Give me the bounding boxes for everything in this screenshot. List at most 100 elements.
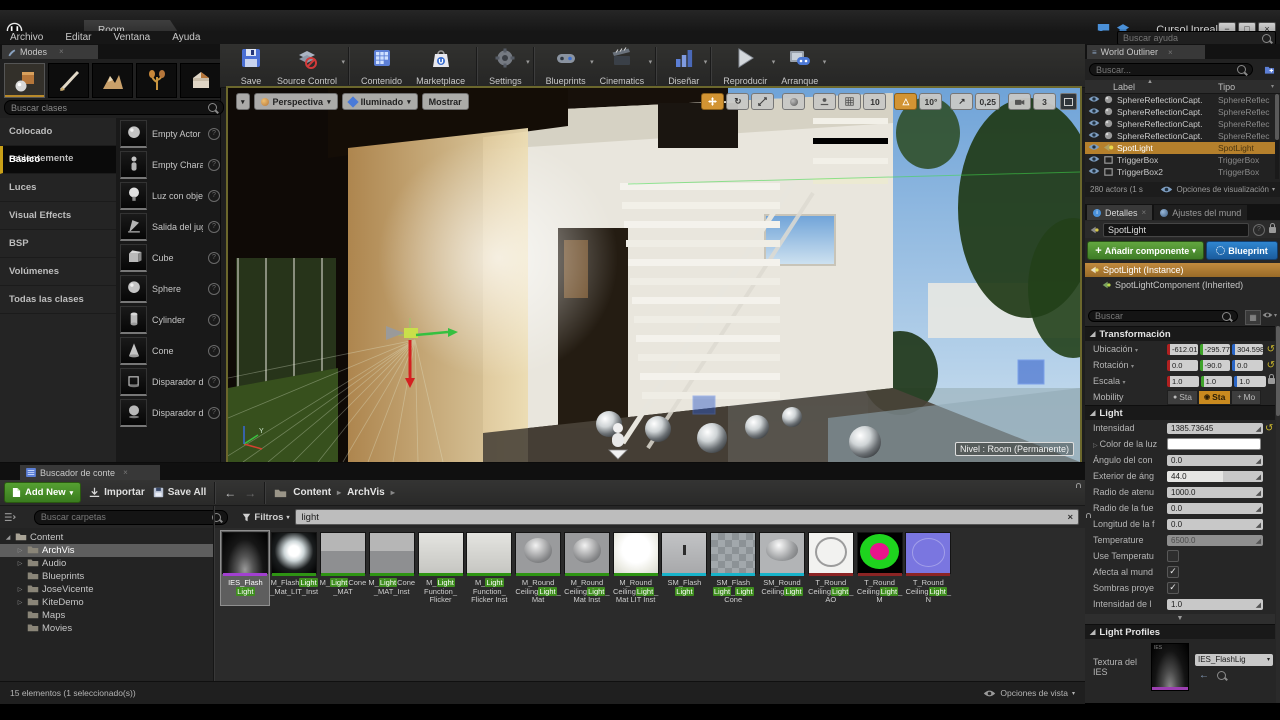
component-row-inherited[interactable]: SpotLightComponent (Inherited) — [1085, 278, 1280, 292]
placeable-cylinder[interactable]: Cylinder? — [116, 304, 220, 335]
lit-mode-button[interactable]: Iluminado ▾ — [341, 93, 418, 110]
show-flags-button[interactable]: Mostrar — [421, 93, 469, 110]
outliner-search-input[interactable]: Buscar... — [1089, 63, 1253, 76]
placeable-empty-actor[interactable]: Empty Actor? — [116, 118, 220, 149]
dropdown-caret-icon[interactable]: ▾ — [526, 58, 530, 66]
mobility-option-0[interactable]: ● Sta — [1167, 389, 1198, 405]
asset-m-lightfunction-flicker-inst[interactable]: M_Light Function_ Flicker Inst — [465, 531, 513, 605]
reproducir-button[interactable]: Reproducir ▾ — [723, 46, 775, 86]
help-icon[interactable]: ? — [208, 189, 220, 202]
expand-arrow-icon[interactable]: ▷ — [16, 560, 24, 567]
actor-name-input[interactable]: SpotLight — [1103, 222, 1249, 237]
dropdown-caret-icon[interactable]: ▾ — [590, 58, 594, 66]
asset-m-roundceilinglight-mat-inst[interactable]: M_Round CeilingLight_ Mat Inst — [563, 531, 611, 605]
dropdown-caret-icon[interactable]: ▾ — [342, 58, 346, 66]
asset-m-lightcone-mat-inst[interactable]: M_LightCone _MAT_Inst — [368, 531, 416, 605]
value-field[interactable]: 1385.73645 ◢ — [1167, 422, 1263, 434]
transform-z-field[interactable]: 304.598 — [1232, 343, 1263, 355]
folder-search-input[interactable]: Buscar carpetas — [33, 509, 229, 525]
section-header-light-profiles[interactable]: ◢ Light Profiles — [1085, 624, 1275, 639]
outliner-row-triggerbox[interactable]: TriggerBox TriggerBox — [1085, 154, 1276, 166]
eye-icon[interactable] — [1085, 95, 1103, 105]
perspective-button[interactable]: Perspectiva ▾ — [253, 93, 338, 110]
folder-content[interactable]: ◢ Content — [0, 531, 213, 544]
value-field[interactable]: 1000.0 ◢ — [1167, 486, 1263, 498]
asset-sm-flashlight-lightcone[interactable]: SM_Flash Light_Light Cone — [709, 531, 757, 605]
placeable-empty-charac[interactable]: Empty Charac? — [116, 149, 220, 180]
value-field[interactable]: 6500.0 ◢ — [1167, 534, 1263, 546]
value-field[interactable]: 44.0 ◢ — [1167, 470, 1263, 482]
transform-y-field[interactable]: -295.77 — [1199, 343, 1231, 355]
add-new-button[interactable]: Add New ▾ — [4, 482, 82, 503]
menu-editar[interactable]: Editar — [65, 32, 91, 43]
outliner-row-spherereflectioncapt[interactable]: SphereReflectionCapt. SphereReflec — [1085, 106, 1276, 118]
folder-maps[interactable]: Maps — [0, 609, 213, 622]
back-button[interactable]: ← — [224, 486, 236, 500]
category-volúmenes[interactable]: Volúmenes — [0, 258, 116, 286]
folder-archvis[interactable]: ▷ ArchVis — [0, 544, 213, 557]
diseñar-button[interactable]: Diseñar ▾ — [668, 46, 707, 86]
outliner-row-spherereflectioncapt[interactable]: SphereReflectionCapt. SphereReflec — [1085, 118, 1276, 130]
ies-texture-thumbnail[interactable]: IES — [1151, 643, 1189, 691]
rotate-tool-button[interactable]: ↻ — [726, 93, 750, 110]
dropdown-caret-icon[interactable]: ▾ — [649, 58, 653, 66]
scale-snap-button[interactable]: ↗ — [950, 93, 974, 110]
help-icon[interactable]: ? — [208, 220, 220, 233]
help-search-input[interactable]: Buscar ayuda — [1117, 31, 1276, 45]
mode-landscape-button[interactable] — [92, 63, 133, 98]
value-field[interactable]: 1.0 ◢ — [1167, 598, 1263, 610]
asset-t-roundceilinglight-m[interactable]: T_Round CeilingLight_ M — [856, 531, 904, 605]
dropdown-caret-icon[interactable]: ▾ — [823, 58, 827, 66]
asset-m-lightcone-mat[interactable]: M_LightCone _MAT — [319, 531, 367, 605]
placeable-disparador-de[interactable]: Disparador de? — [116, 366, 220, 397]
outliner-scrollbar[interactable] — [1275, 94, 1279, 179]
mobility-option-2[interactable]: + Mo — [1231, 389, 1262, 405]
help-icon[interactable]: ? — [1253, 223, 1265, 236]
details-visibility-button[interactable]: ▾ — [1262, 311, 1277, 319]
expand-arrow-icon[interactable]: ▷ — [16, 599, 24, 606]
folder-audio[interactable]: ▷ Audio — [0, 557, 213, 570]
tab-world-settings[interactable]: Ajustes del mund — [1154, 205, 1248, 220]
property-label[interactable]: Rotación ▾ — [1085, 360, 1167, 370]
menu-ayuda[interactable]: Ayuda — [172, 32, 200, 43]
outliner-row-spherereflectioncapt[interactable]: SphereReflectionCapt. SphereReflec — [1085, 130, 1276, 142]
menu-ventana[interactable]: Ventana — [113, 32, 150, 43]
viewport[interactable]: Y ▾ Perspectiva▾ Iluminado▾ Mostrar ↻ — [226, 86, 1082, 464]
expand-arrow-icon[interactable]: ▷ — [16, 547, 24, 554]
asset-m-roundceilinglight-mat-lit-inst[interactable]: M_Round CeilingLight_ Mat LIT Inst — [612, 531, 660, 605]
translate-tool-button[interactable] — [701, 93, 725, 110]
add-component-button[interactable]: + Añadir componente ▾ — [1087, 241, 1204, 260]
expand-advanced-button[interactable]: ▼ — [1085, 614, 1275, 624]
checkbox[interactable]: ✓ — [1167, 566, 1179, 578]
category-luces[interactable]: Luces — [0, 174, 116, 202]
component-row-instance[interactable]: SpotLight (Instance) — [1085, 263, 1280, 277]
eye-icon[interactable] — [1085, 143, 1103, 153]
coordinate-system-button[interactable] — [782, 93, 806, 110]
blueprints-button[interactable]: Blueprints ▾ — [546, 46, 594, 86]
blueprint-button[interactable]: Blueprint — [1206, 241, 1278, 260]
marketplace-button[interactable]: Marketplace — [416, 46, 465, 86]
asset-t-roundceilinglight-n[interactable]: T_Round CeilingLight_ N — [904, 531, 952, 605]
lock-icon[interactable] — [1268, 374, 1275, 384]
checkbox[interactable]: ✓ — [1167, 582, 1179, 594]
folder-movies[interactable]: Movies — [0, 622, 213, 635]
type-filter-icon[interactable]: ▾ — [1271, 83, 1274, 90]
camera-speed-value[interactable]: 3 — [1033, 93, 1056, 110]
help-icon[interactable]: ? — [208, 375, 220, 388]
color-swatch[interactable] — [1167, 438, 1261, 450]
asset-ies-flashlight[interactable]: IES_Flash Light — [220, 530, 271, 606]
scale-snap-value[interactable]: 0,25 — [975, 93, 1000, 110]
save-button[interactable]: Save — [239, 46, 263, 86]
placeable-cone[interactable]: Cone? — [116, 335, 220, 366]
outliner-row-spherereflectioncapt[interactable]: SphereReflectionCapt. SphereReflec — [1085, 94, 1276, 106]
rotation-snap-button[interactable]: △ — [894, 93, 918, 110]
sources-toggle-icon[interactable] — [4, 512, 16, 523]
forward-button[interactable]: → — [244, 486, 256, 500]
asset-m-lightfunction-flicker[interactable]: M_Light Function_ Flicker — [417, 531, 465, 605]
transform-z-field[interactable]: 0.0 — [1232, 359, 1263, 371]
asset-search-input[interactable]: light × — [295, 509, 1080, 525]
asset-sm-flashlight[interactable]: SM_Flash Light — [660, 531, 708, 605]
grid-snap-button[interactable] — [838, 93, 862, 110]
asset-m-flashlight-mat-lit-inst[interactable]: M_FlashLight _Mat_LIT_Inst — [270, 531, 318, 605]
save-all-button[interactable]: Save All — [153, 487, 206, 498]
